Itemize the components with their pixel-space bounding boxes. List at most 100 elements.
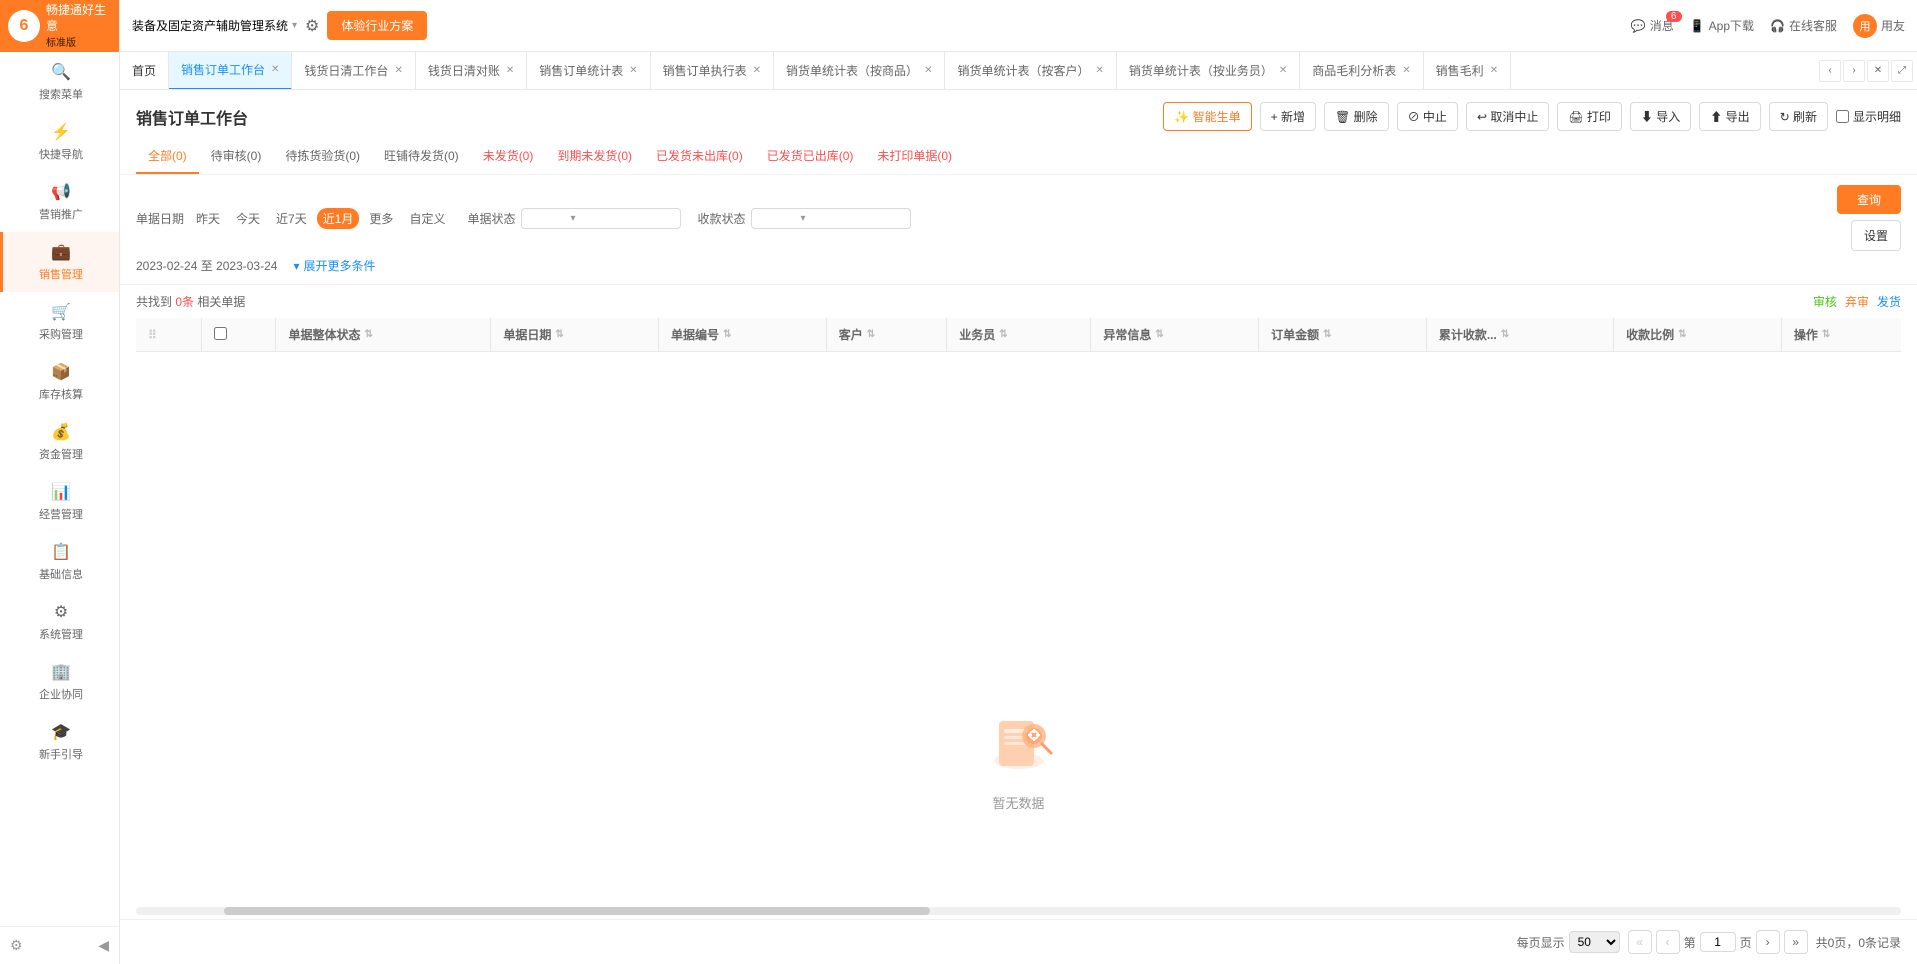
tab-close-sales-summary-customer[interactable]: ✕ [1095, 65, 1103, 76]
filter-tab-wangpu-pending[interactable]: 旺铺待发货(0) [372, 139, 471, 174]
refresh-button[interactable]: ↻ 刷新 [1769, 102, 1828, 131]
tab-home[interactable]: 首页 [120, 52, 169, 90]
filter-tab-not-printed[interactable]: 未打印单据(0) [865, 139, 964, 174]
show-detail-input[interactable] [1836, 110, 1849, 123]
th-date[interactable]: 单据日期⇅ [491, 318, 659, 352]
tab-scroll-right-button[interactable]: › [1843, 60, 1865, 82]
delete-button[interactable]: 🗑 删除 [1324, 102, 1389, 131]
tab-cash-reconcile[interactable]: 钱货日清对账✕ [416, 52, 527, 90]
tab-goods-margin[interactable]: 商品毛利分析表✕ [1300, 52, 1423, 90]
tab-sales-summary-product[interactable]: 销货单统计表（按商品）✕ [774, 52, 945, 90]
last-page-button[interactable]: » [1784, 930, 1808, 954]
page-size-select[interactable]: 2050100 [1569, 931, 1620, 953]
th-staff[interactable]: 业务员⇅ [947, 318, 1091, 352]
smart-create-button[interactable]: ✨ 智能生单 [1163, 102, 1251, 131]
sidebar-item-basic-info[interactable]: 📋基础信息 [0, 532, 119, 592]
sort-collected[interactable]: 累计收款...⇅ [1439, 326, 1601, 343]
date-option-近1月[interactable]: 近1月 [317, 208, 360, 229]
filter-tab-shipped-not-out[interactable]: 已发货未出库(0) [644, 139, 755, 174]
tab-close-sales-exec[interactable]: ✕ [753, 65, 761, 76]
add-button[interactable]: + 新增 [1260, 102, 1316, 131]
setting-button[interactable]: 设置 [1851, 220, 1901, 251]
ship-action-btn[interactable]: 发货 [1877, 293, 1901, 310]
tab-sales-summary-staff[interactable]: 销货单统计表（按业务员）✕ [1117, 52, 1300, 90]
th-amount[interactable]: 订单金额⇅ [1259, 318, 1427, 352]
header-settings-icon[interactable]: ⚙ [305, 16, 319, 36]
th-exception[interactable]: 异常信息⇅ [1091, 318, 1259, 352]
sort-amount[interactable]: 订单金额⇅ [1271, 326, 1414, 343]
th-number[interactable]: 单据编号⇅ [659, 318, 827, 352]
date-option-今天[interactable]: 今天 [230, 208, 266, 229]
sort-date[interactable]: 单据日期⇅ [503, 326, 646, 343]
review-action-btn[interactable]: 审核 [1813, 293, 1837, 310]
tab-close-sales-summary-staff[interactable]: ✕ [1279, 65, 1287, 76]
th-status[interactable]: 单据整体状态⇅ [276, 318, 491, 352]
date-option-昨天[interactable]: 昨天 [190, 208, 226, 229]
page-number-input[interactable] [1700, 932, 1736, 952]
select-all-checkbox[interactable] [214, 327, 227, 340]
sort-staff[interactable]: 业务员⇅ [959, 326, 1078, 343]
app-download-group[interactable]: 📱 App下载 [1690, 17, 1754, 34]
sidebar-item-system[interactable]: ⚙系统管理 [0, 592, 119, 652]
online-service-group[interactable]: 🎧 在线客服 [1770, 17, 1837, 34]
sidebar-item-sales[interactable]: 💼销售管理 [0, 232, 119, 292]
sidebar-item-finance[interactable]: 💰资金管理 [0, 412, 119, 472]
sort-status[interactable]: 单据整体状态⇅ [288, 326, 478, 343]
scroll-thumb[interactable] [224, 907, 930, 915]
filter-tab-shipped-out[interactable]: 已发货已出库(0) [755, 139, 866, 174]
sidebar-item-operation[interactable]: 📊经营管理 [0, 472, 119, 532]
filter-tab-pending-review[interactable]: 待审核(0) [199, 139, 274, 174]
tab-sales-more[interactable]: 销售毛利✕ [1424, 52, 1511, 90]
th-customer[interactable]: 客户⇅ [826, 318, 947, 352]
tab-close-sales-stats[interactable]: ✕ [629, 65, 637, 76]
tab-sales-exec[interactable]: 销售订单执行表✕ [651, 52, 774, 90]
prev-page-button[interactable]: ‹ [1656, 930, 1680, 954]
sidebar-item-guide[interactable]: 🎓新手引导 [0, 712, 119, 772]
tab-scroll-left-button[interactable]: ‹ [1819, 60, 1841, 82]
date-option-更多[interactable]: 更多 [363, 208, 399, 229]
sort-action[interactable]: 操作⇅ [1794, 326, 1889, 343]
sort-ratio[interactable]: 收款比例⇅ [1626, 326, 1769, 343]
dropdown-arrow-icon[interactable]: ▾ [292, 20, 297, 31]
collapse-icon[interactable]: ◀ [98, 937, 109, 954]
tab-close-sales-more[interactable]: ✕ [1490, 65, 1498, 76]
show-detail-checkbox[interactable]: 显示明细 [1836, 108, 1901, 125]
expand-filter-button[interactable]: ▾ 展开更多条件 [293, 257, 375, 274]
filter-tab-all[interactable]: 全部(0) [136, 139, 199, 174]
message-group[interactable]: 💬 消息 6 [1631, 17, 1674, 34]
first-page-button[interactable]: « [1628, 930, 1652, 954]
sort-exception[interactable]: 异常信息⇅ [1103, 326, 1246, 343]
export-button[interactable]: ⬆ 导出 [1699, 102, 1760, 131]
sort-customer[interactable]: 客户⇅ [839, 326, 935, 343]
sidebar-item-marketing[interactable]: 📢营销推广 [0, 172, 119, 232]
th-ratio[interactable]: 收款比例⇅ [1614, 318, 1782, 352]
tab-close-cash-reconcile[interactable]: ✕ [506, 65, 514, 76]
query-button[interactable]: 查询 [1837, 185, 1901, 214]
horizontal-scrollbar[interactable] [136, 907, 1901, 915]
import-button[interactable]: ⬇ 导入 [1630, 102, 1691, 131]
tab-sales-stats[interactable]: 销售订单统计表✕ [527, 52, 650, 90]
th-collected[interactable]: 累计收款...⇅ [1426, 318, 1613, 352]
pause-button[interactable]: ⊘ 中止 [1397, 102, 1458, 131]
tab-sales-summary-customer[interactable]: 销货单统计表（按客户）✕ [945, 52, 1116, 90]
user-group[interactable]: 用 用友 [1853, 14, 1905, 38]
cancel-review-action-btn[interactable]: 弃审 [1845, 293, 1869, 310]
sidebar-item-quick-nav[interactable]: ⚡快捷导航 [0, 112, 119, 172]
status-select[interactable]: ▾ [521, 208, 681, 229]
tab-maximize-button[interactable]: ⤢ [1891, 60, 1913, 82]
tab-cash-daily[interactable]: 钱货日清工作台✕ [292, 52, 415, 90]
sort-number[interactable]: 单据编号⇅ [671, 326, 814, 343]
sidebar-item-enterprise[interactable]: 🏢企业协同 [0, 652, 119, 712]
filter-tab-pending-inspect[interactable]: 待拣货验货(0) [273, 139, 372, 174]
settings-icon[interactable]: ⚙ [10, 937, 23, 954]
date-option-自定义[interactable]: 自定义 [403, 208, 451, 229]
solution-button[interactable]: 体验行业方案 [327, 11, 427, 40]
tab-close-sales-workbench[interactable]: ✕ [271, 64, 279, 75]
tab-close-all-button[interactable]: ✕ [1867, 60, 1889, 82]
filter-tab-overdue-not-shipped[interactable]: 到期未发货(0) [545, 139, 644, 174]
tab-close-sales-summary-product[interactable]: ✕ [924, 65, 932, 76]
tab-sales-workbench[interactable]: 销售订单工作台✕ [169, 52, 292, 90]
th-action[interactable]: 操作⇅ [1781, 318, 1901, 352]
next-page-button[interactable]: › [1756, 930, 1780, 954]
filter-tab-not-shipped[interactable]: 未发货(0) [471, 139, 546, 174]
